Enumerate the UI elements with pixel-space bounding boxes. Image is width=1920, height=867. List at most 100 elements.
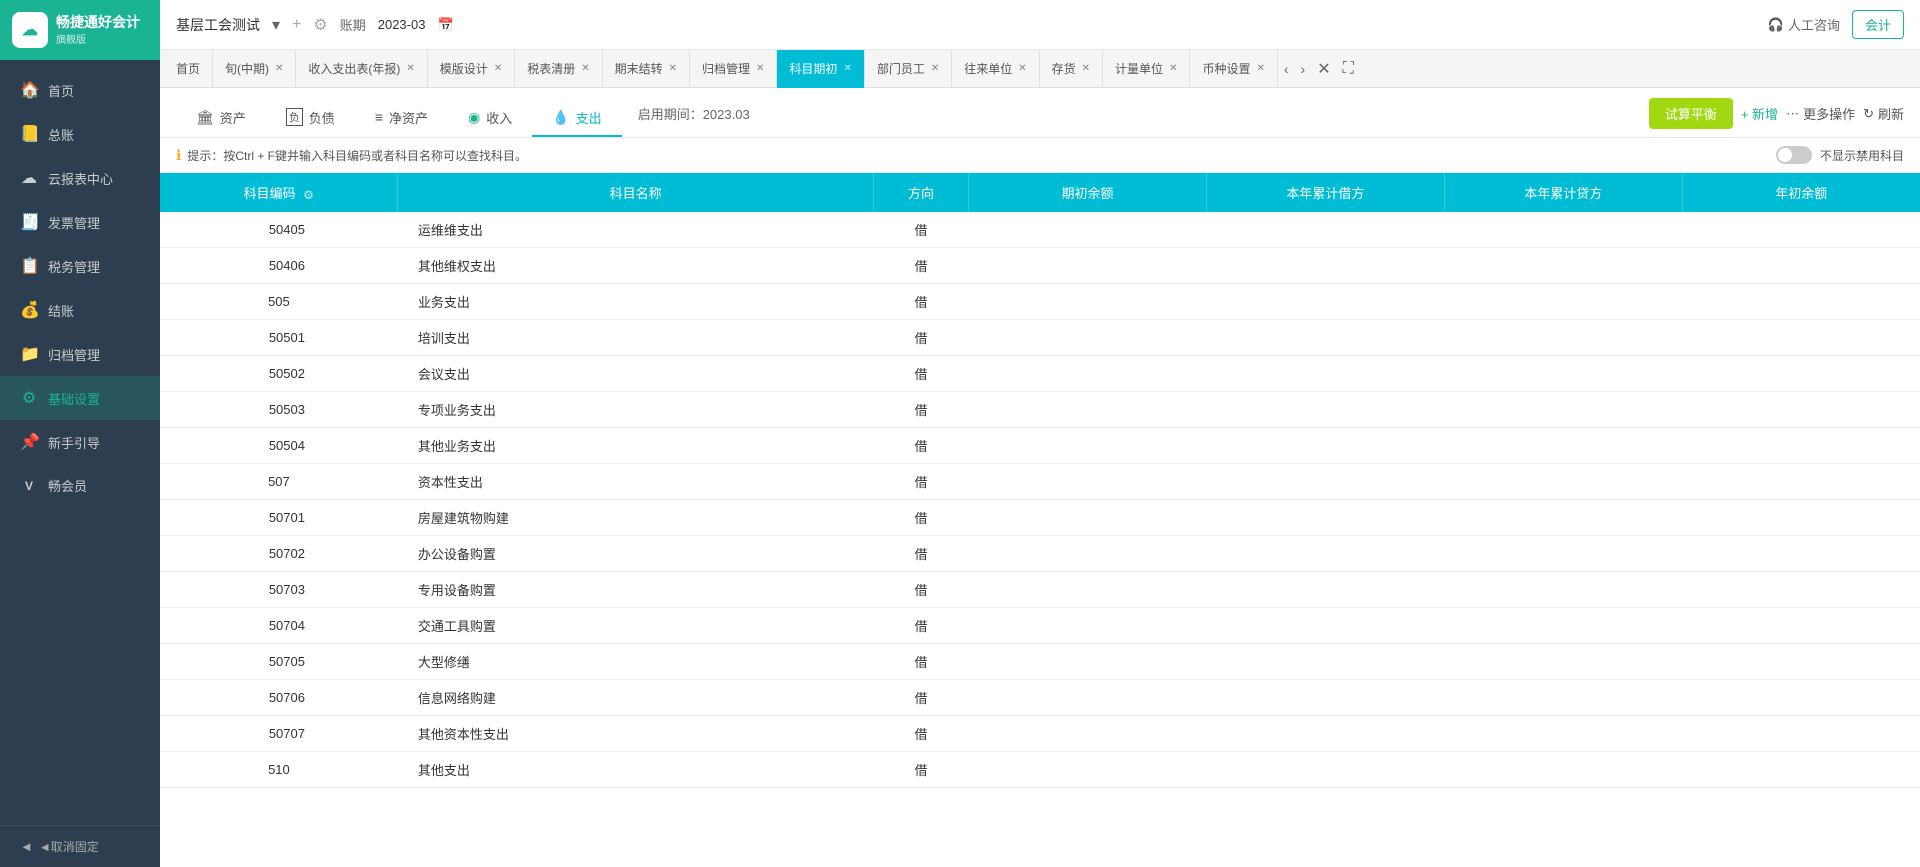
toggle-label: 不显示禁用科目: [1820, 147, 1904, 164]
cell-name: 大型修缮: [398, 644, 874, 680]
sub-tab-liability[interactable]: 负 负债: [266, 100, 355, 137]
tab-subject-period[interactable]: 科目期初 ✕: [777, 50, 864, 88]
sub-tab-net-asset[interactable]: ≡ 净资产: [355, 100, 448, 137]
dropdown-icon[interactable]: ▾: [272, 15, 280, 35]
cell-year-debit: [1206, 464, 1444, 500]
sidebar-item-closing[interactable]: 💰 结账: [0, 288, 160, 332]
tab-customer-supplier-close[interactable]: ✕: [1018, 63, 1026, 74]
tab-income-report[interactable]: 收入支出表(年报) ✕: [296, 50, 427, 88]
net-asset-icon: ≡: [375, 109, 383, 125]
table-row[interactable]: 505业务支出借: [160, 284, 1920, 320]
tab-archive-close[interactable]: ✕: [756, 63, 764, 74]
tab-dept-employee-close[interactable]: ✕: [931, 63, 939, 74]
cell-code: 50503: [160, 392, 398, 428]
sub-tab-asset[interactable]: 🏛 资产: [176, 100, 266, 137]
customer-service-btn[interactable]: 🎧 人工咨询: [1768, 15, 1840, 34]
sidebar-item-member[interactable]: V 畅会员: [0, 464, 160, 507]
table-row[interactable]: 50707其他资本性支出借: [160, 716, 1920, 752]
tab-currency-close[interactable]: ✕: [1256, 63, 1264, 74]
cell-year-credit: [1444, 392, 1682, 428]
add-tab-btn[interactable]: +: [292, 16, 301, 34]
table-row[interactable]: 50501培训支出借: [160, 320, 1920, 356]
table-row[interactable]: 510其他支出借: [160, 752, 1920, 788]
tab-income-report-close[interactable]: ✕: [406, 63, 414, 74]
cell-code: 50405: [160, 212, 398, 248]
sub-tab-income[interactable]: ◉ 收入: [448, 100, 532, 137]
tab-dept-employee[interactable]: 部门员工 ✕: [865, 50, 952, 88]
sidebar-item-home[interactable]: 🏠 首页: [0, 68, 160, 112]
table-row[interactable]: 507资本性支出借: [160, 464, 1920, 500]
sidebar-item-settings[interactable]: ⚙ 基础设置: [0, 376, 160, 420]
table-row[interactable]: 50705大型修缮借: [160, 644, 1920, 680]
calendar-icon[interactable]: 📅: [437, 17, 453, 33]
cell-year-debit: [1206, 284, 1444, 320]
settings-btn[interactable]: ⚙: [313, 15, 327, 35]
tab-nav-buttons: ‹ › ✕ ⛶: [1278, 55, 1360, 83]
table-wrapper: 科目编码 ⚙ 科目名称 方向 期初余额 本年累计借方: [160, 173, 1920, 867]
sidebar-collapse-btn[interactable]: ◄ ◄取消固定: [0, 825, 160, 867]
more-operations-btn[interactable]: ⋯ 更多操作: [1786, 104, 1855, 123]
sidebar-item-reports[interactable]: ☁ 云报表中心: [0, 156, 160, 200]
cell-name: 信息网络购建: [398, 680, 874, 716]
table-row[interactable]: 50703专用设备购置借: [160, 572, 1920, 608]
table-row[interactable]: 50706信息网络购建借: [160, 680, 1920, 716]
cell-name: 专用设备购置: [398, 572, 874, 608]
sub-tab-expense[interactable]: 💧 支出: [532, 100, 621, 137]
company-name[interactable]: 基层工会测试: [176, 15, 260, 35]
tab-mid[interactable]: 旬(中期) ✕: [213, 50, 296, 88]
table-row[interactable]: 50704交通工具购置借: [160, 608, 1920, 644]
tab-close-all-btn[interactable]: ✕: [1311, 55, 1336, 83]
sidebar-item-tax[interactable]: 📋 税务管理: [0, 244, 160, 288]
sidebar-item-invoice[interactable]: 🧾 发票管理: [0, 200, 160, 244]
period-label: 账期: [340, 15, 366, 34]
sidebar-item-archive[interactable]: 📁 归档管理: [0, 332, 160, 376]
cell-year-debit: [1206, 428, 1444, 464]
liability-icon: 负: [286, 108, 303, 126]
tab-expand-btn[interactable]: ⛶: [1337, 56, 1360, 82]
table-row[interactable]: 50502会议支出借: [160, 356, 1920, 392]
cell-name: 其他支出: [398, 752, 874, 788]
cell-year-balance: [1682, 464, 1920, 500]
tab-unit[interactable]: 计量单位 ✕: [1103, 50, 1190, 88]
table-row[interactable]: 50503专项业务支出借: [160, 392, 1920, 428]
tab-customer-supplier[interactable]: 往来单位 ✕: [952, 50, 1039, 88]
cell-year-credit: [1444, 608, 1682, 644]
tab-template[interactable]: 模版设计 ✕: [428, 50, 515, 88]
tab-next-btn[interactable]: ›: [1295, 57, 1312, 81]
tab-dept-employee-label: 部门员工: [877, 60, 925, 77]
tab-currency[interactable]: 币种设置 ✕: [1190, 50, 1277, 88]
tab-template-close[interactable]: ✕: [494, 63, 502, 74]
trial-balance-btn[interactable]: 试算平衡: [1649, 98, 1733, 129]
tab-archive[interactable]: 归档管理 ✕: [690, 50, 777, 88]
tab-subject-period-close[interactable]: ✕: [843, 63, 851, 74]
table-row[interactable]: 50702办公设备购置借: [160, 536, 1920, 572]
tab-prev-btn[interactable]: ‹: [1278, 57, 1295, 81]
cell-code: 50704: [160, 608, 398, 644]
cell-direction: 借: [874, 356, 969, 392]
tab-period-end-close[interactable]: ✕: [669, 63, 677, 74]
table-row[interactable]: 50406其他维权支出借: [160, 248, 1920, 284]
tab-inventory[interactable]: 存货 ✕: [1040, 50, 1103, 88]
table-row[interactable]: 50405运维维支出借: [160, 212, 1920, 248]
tab-tax-clear[interactable]: 税表清册 ✕: [515, 50, 602, 88]
tab-inventory-close[interactable]: ✕: [1082, 63, 1090, 74]
disable-subject-toggle[interactable]: [1776, 146, 1812, 164]
tab-mid-close[interactable]: ✕: [275, 63, 283, 74]
tab-period-end[interactable]: 期末结转 ✕: [603, 50, 690, 88]
col-name-label: 科目名称: [610, 186, 662, 201]
refresh-btn[interactable]: ↻ 刷新: [1863, 104, 1904, 123]
cell-name: 培训支出: [398, 320, 874, 356]
table-row[interactable]: 50504其他业务支出借: [160, 428, 1920, 464]
table-row[interactable]: 50701房屋建筑物购建借: [160, 500, 1920, 536]
tab-tax-clear-label: 税表清册: [527, 60, 575, 77]
column-settings-icon[interactable]: ⚙: [303, 188, 314, 202]
cell-name: 办公设备购置: [398, 536, 874, 572]
add-btn[interactable]: + 新增: [1741, 104, 1778, 123]
account-button[interactable]: 会计: [1852, 10, 1904, 39]
tab-home[interactable]: 首页: [164, 50, 213, 88]
sidebar-item-guide[interactable]: 📌 新手引导: [0, 420, 160, 464]
tab-tax-clear-close[interactable]: ✕: [581, 63, 589, 74]
tab-unit-close[interactable]: ✕: [1169, 63, 1177, 74]
tab-inventory-label: 存货: [1052, 60, 1076, 77]
sidebar-item-ledger[interactable]: 📒 总账: [0, 112, 160, 156]
